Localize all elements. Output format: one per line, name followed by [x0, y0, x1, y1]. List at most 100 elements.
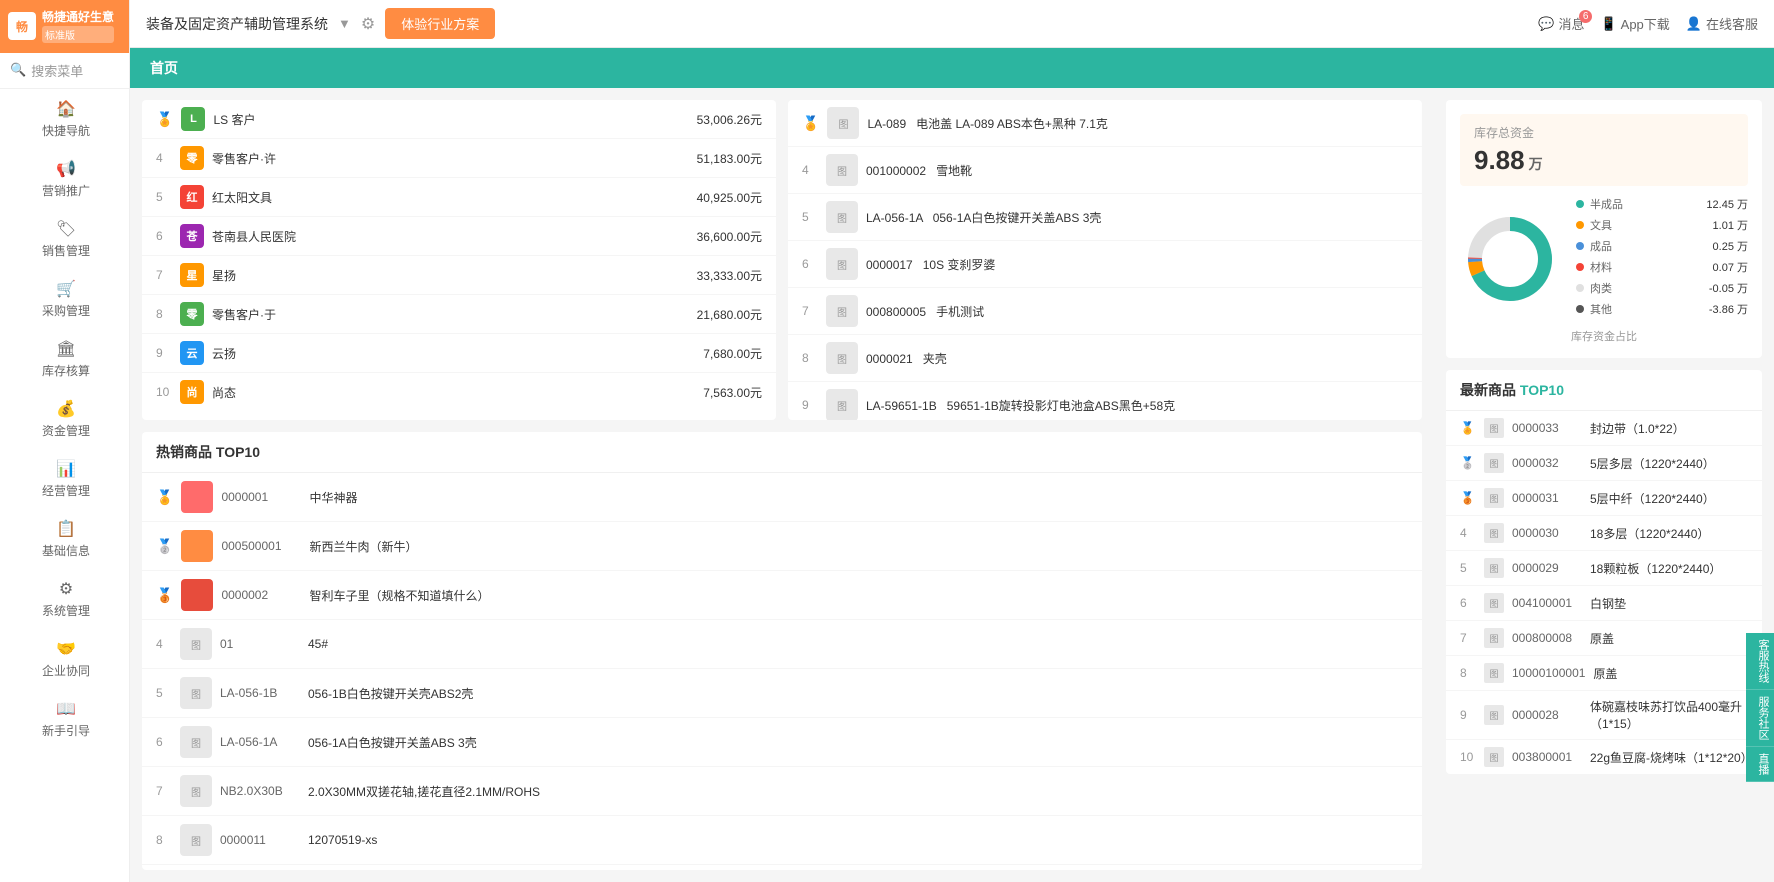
main-wrapper: 装备及固定资产辅助管理系统 ▼ ⚙ 体验行业方案 💬 消息 6 📱 App下载 … [130, 0, 1774, 882]
sidebar-item-quick[interactable]: 🏠 快捷导航 [0, 89, 129, 149]
new-name-6: 白钢垫 [1590, 595, 1748, 612]
donut-chart-svg [1460, 209, 1560, 309]
legend-value-4: 0.07 万 [1713, 259, 1748, 275]
new-code-6: 004100001 [1512, 596, 1582, 610]
sidebar-item-guide[interactable]: 📖 新手引导 [0, 689, 129, 749]
customer-value-7: 7,680.00元 [703, 345, 762, 362]
message-icon: 💬 [1538, 16, 1554, 32]
hot-thumb-5: 图 [180, 677, 212, 709]
customer-rank-item-8: 10 尚 尚态 7,563.00元 [142, 373, 776, 411]
operation-icon: 📊 [56, 459, 76, 479]
legend-label-5: 肉类 [1590, 280, 1703, 296]
new-code-8: 10000100001 [1512, 666, 1585, 680]
settings-icon[interactable]: ⚙ [361, 14, 375, 34]
float-live[interactable]: 直播 [1746, 747, 1774, 782]
rank-num-4: 6 [156, 229, 172, 243]
sidebar-item-marketing[interactable]: 📢 营销推广 [0, 149, 129, 209]
home-icon: 🏠 [56, 99, 76, 119]
app-download-button[interactable]: 📱 App下载 [1600, 14, 1669, 33]
float-community[interactable]: 服务社区 [1746, 690, 1774, 747]
new-name-7: 原盖 [1590, 630, 1748, 647]
legend-label-3: 成品 [1590, 238, 1707, 254]
sidebar-logo[interactable]: 畅 畅捷通好生意 标准版 [0, 0, 129, 53]
product-rank-4: 6 [802, 257, 818, 271]
legend-value-1: 12.45 万 [1706, 196, 1748, 212]
customer-rank-item-4: 6 苍 苍南县人民医院 36,600.00元 [142, 217, 776, 256]
sidebar-item-finance[interactable]: 💰 资金管理 [0, 389, 129, 449]
product-rank-item-2: 4 图 001000002 雪地靴 [788, 147, 1422, 194]
rank-num-2: 4 [156, 151, 172, 165]
legend-1: 半成品 12.45 万 [1576, 196, 1748, 212]
hot-name-8: 12070519-xs [308, 833, 1408, 847]
cooperation-icon: 🤝 [56, 639, 76, 659]
hot-name-7: 2.0X30MM双搓花轴,搓花直径2.1MM/ROHS [308, 783, 1408, 800]
customer-avatar-2: 零 [180, 146, 204, 170]
product-rank-panel: 🏅 图 LA-089 电池盖 LA-089 ABS本色+黑种 7.1克 4 图 … [788, 100, 1422, 420]
hot-products-panel: 热销商品 TOP10 🏅 0000001 中华神器 🥈 000500001 新西… [142, 432, 1422, 870]
hot-code-1: 0000001 [221, 490, 301, 504]
nav-label-system: 系统管理 [42, 602, 90, 619]
legend-dot-1 [1576, 200, 1584, 208]
logo-icon: 畅 [8, 12, 36, 40]
new-thumb-6: 图 [1484, 593, 1504, 613]
sidebar-item-sales[interactable]: 🏷 销售管理 [0, 209, 129, 269]
new-rank-2: 🥈 [1460, 456, 1476, 470]
product-info-7: LA-59651-1B 59651-1B旋转投影灯电池盒ABS黑色+58克 [866, 397, 1408, 414]
new-code-3: 0000031 [1512, 491, 1582, 505]
legend-label-4: 材料 [1590, 259, 1707, 275]
hot-code-2: 000500001 [221, 539, 301, 553]
dropdown-icon[interactable]: ▼ [338, 16, 351, 31]
sidebar-item-purchase[interactable]: 🛒 采购管理 [0, 269, 129, 329]
customer-avatar-8: 尚 [180, 380, 204, 404]
new-thumb-9: 图 [1484, 705, 1504, 725]
float-service-bar: 客服热线 服务社区 直播 [1746, 633, 1774, 782]
inventory-icon: 🏛 [56, 339, 76, 359]
customer-rank-panel: 🏅 L LS 客户 53,006.26元 4 零 零售客户·许 51,183.0… [142, 100, 776, 420]
customer-rank-item-1: 🏅 L LS 客户 53,006.26元 [142, 100, 776, 139]
new-name-5: 18颗粒板（1220*2440） [1590, 560, 1748, 577]
new-products-list: 🏅 图 0000033 封边带（1.0*22） 🥈 图 0000032 5层多层… [1446, 411, 1762, 774]
product-rank-item-3: 5 图 LA-056-1A 056-1A白色按键开关盖ABS 3壳 [788, 194, 1422, 241]
new-product-5: 5 图 0000029 18颗粒板（1220*2440） [1446, 551, 1762, 586]
hot-product-3: 🥉 0000002 智利车子里（规格不知道填什么） [142, 571, 1422, 620]
hot-products-title: 热销商品 TOP10 [142, 432, 1422, 473]
hot-code-3: 0000002 [221, 588, 301, 602]
inventory-value: 9.88万 [1474, 145, 1734, 176]
legend-value-6: -3.86 万 [1709, 301, 1748, 317]
sidebar-item-cooperation[interactable]: 🤝 企业协同 [0, 629, 129, 689]
online-service-button[interactable]: 👤 在线客服 [1686, 14, 1758, 33]
customer-name-6: 零售客户·于 [212, 306, 689, 323]
new-products-panel: 最新商品 TOP10 🏅 图 0000033 封边带（1.0*22） 🥈 图 0… [1446, 370, 1762, 774]
sidebar-item-inventory[interactable]: 🏛 库存核算 [0, 329, 129, 389]
sidebar-item-basic[interactable]: 📋 基础信息 [0, 509, 129, 569]
nav-label-cooperation: 企业协同 [42, 662, 90, 679]
customer-name-5: 星扬 [212, 267, 689, 284]
customer-name-8: 尚态 [212, 384, 695, 401]
new-name-10: 22g鱼豆腐-烧烤味（1*12*20） [1590, 749, 1748, 766]
new-product-4: 4 图 0000030 18多层（1220*2440） [1446, 516, 1762, 551]
messages-button[interactable]: 💬 消息 6 [1538, 14, 1584, 33]
new-rank-4: 4 [1460, 526, 1476, 540]
product-rank-2: 4 [802, 163, 818, 177]
customer-rank-list: 🏅 L LS 客户 53,006.26元 4 零 零售客户·许 51,183.0… [142, 100, 776, 411]
product-info-4: 0000017 10S 变刹罗婆 [866, 256, 1408, 273]
trial-button[interactable]: 体验行业方案 [385, 8, 495, 39]
sidebar-search[interactable]: 🔍 搜索菜单 [0, 53, 129, 89]
sidebar-item-system[interactable]: ⚙ 系统管理 [0, 569, 129, 629]
customer-rank-item-7: 9 云 云扬 7,680.00元 [142, 334, 776, 373]
customer-avatar-4: 苍 [180, 224, 204, 248]
nav-tabs: 首页 [130, 48, 1774, 88]
chart-subtitle: 库存资金占比 [1460, 328, 1748, 344]
hot-name-2: 新西兰牛肉（新牛） [309, 538, 1408, 555]
sidebar-item-operation[interactable]: 📊 经营管理 [0, 449, 129, 509]
new-code-7: 000800008 [1512, 631, 1582, 645]
new-rank-6: 6 [1460, 596, 1476, 610]
legend-value-2: 1.01 万 [1713, 217, 1748, 233]
rank-num-6: 8 [156, 307, 172, 321]
float-hotline[interactable]: 客服热线 [1746, 633, 1774, 690]
new-product-3: 🥉 图 0000031 5层中纤（1220*2440） [1446, 481, 1762, 516]
new-products-top-label: TOP10 [1520, 382, 1564, 398]
tab-home[interactable]: 首页 [130, 48, 198, 88]
customer-name-2: 零售客户·许 [212, 150, 689, 167]
customer-value-8: 7,563.00元 [703, 384, 762, 401]
